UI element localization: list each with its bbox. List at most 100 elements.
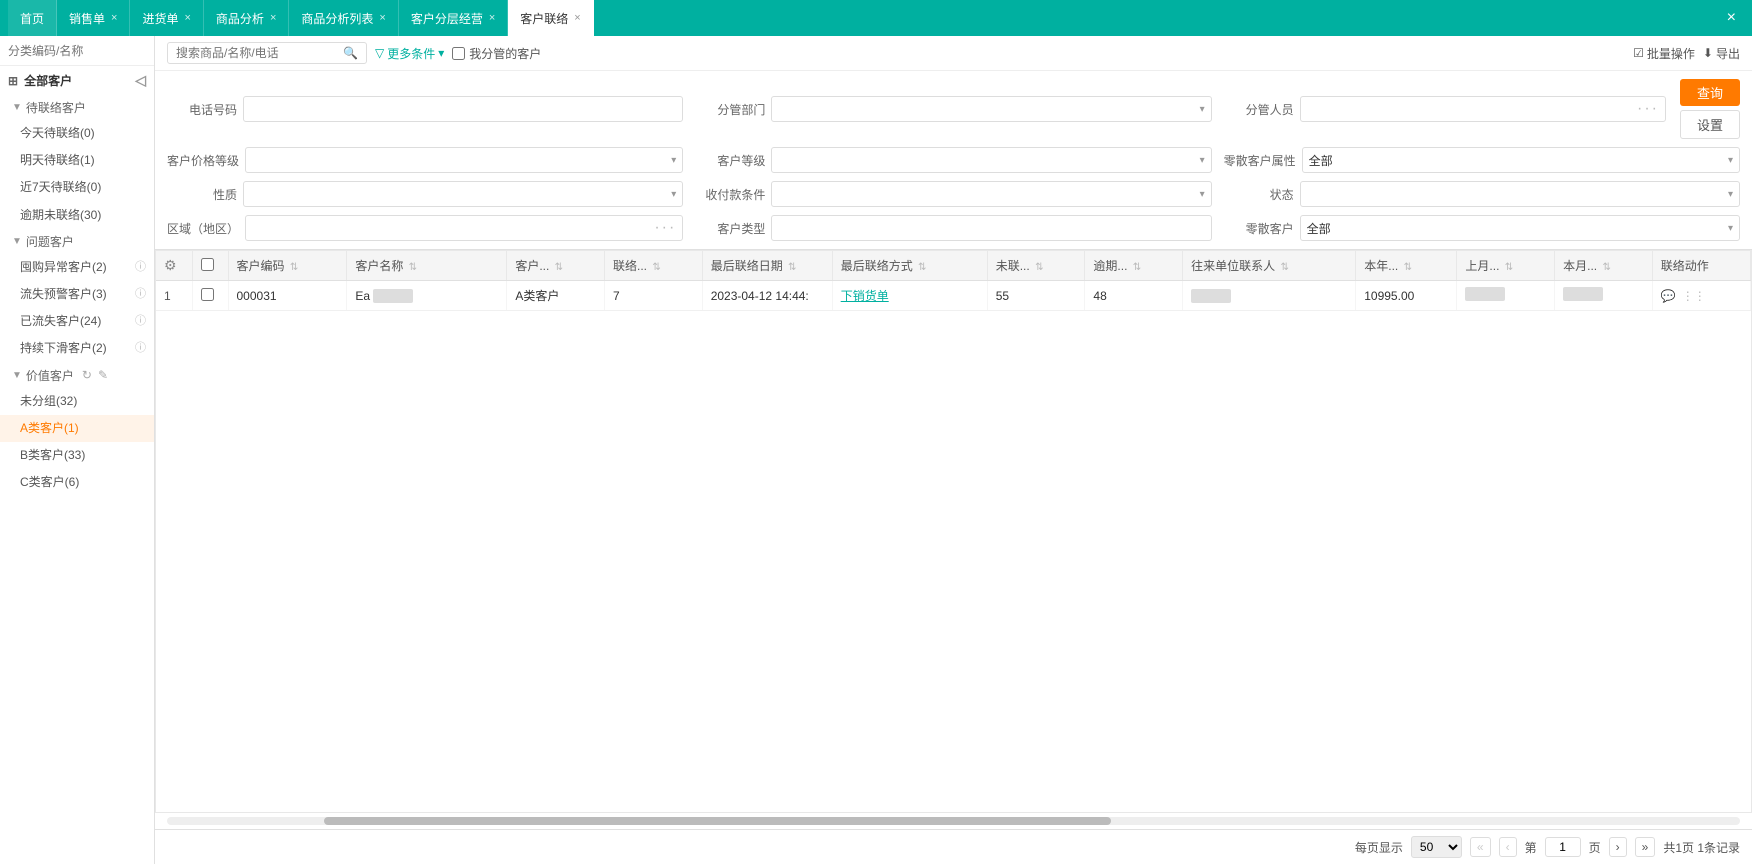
arrow-down-icon: ▼ bbox=[12, 236, 22, 247]
row-checkbox[interactable] bbox=[192, 281, 228, 311]
retail-attr-select[interactable]: 全部 ▾ bbox=[1302, 147, 1740, 173]
query-btn[interactable]: 查询 bbox=[1680, 79, 1740, 106]
sidebar-item-class-c[interactable]: C类客户(6) bbox=[0, 469, 154, 496]
col-customer-name[interactable]: 客户名称 ⇅ bbox=[347, 251, 507, 281]
edit-icon[interactable]: ✎ bbox=[98, 368, 108, 382]
col-last-month[interactable]: 上月... ⇅ bbox=[1457, 251, 1555, 281]
more-conditions-btn[interactable]: ▽ 更多条件 ▾ bbox=[375, 45, 444, 62]
my-customers-checkbox[interactable]: 我分管的客户 bbox=[452, 45, 541, 62]
col-last-contact-method[interactable]: 最后联络方式 ⇅ bbox=[832, 251, 987, 281]
nav-tab-purchase[interactable]: 进货单 × bbox=[130, 0, 203, 36]
close-tab-sales[interactable]: × bbox=[111, 12, 117, 24]
manager-input[interactable]: ··· bbox=[1300, 96, 1666, 122]
info-icon: ⓘ bbox=[135, 313, 146, 331]
chat-icon[interactable]: 💬 bbox=[1661, 289, 1676, 303]
this-month-cell bbox=[1555, 281, 1653, 311]
page-size-select[interactable]: 50 100 200 bbox=[1411, 836, 1462, 858]
customer-level-select[interactable]: ▾ bbox=[771, 147, 1211, 173]
sidebar-item-7days[interactable]: 近7天待联络(0) bbox=[0, 174, 154, 201]
dept-select[interactable]: ▾ bbox=[771, 96, 1211, 122]
row-select-checkbox[interactable] bbox=[201, 288, 214, 301]
sidebar-item-churned[interactable]: 已流失客户(24) ⓘ bbox=[0, 308, 154, 335]
close-tab-product-list[interactable]: × bbox=[379, 12, 385, 24]
col-last-contact-date[interactable]: 最后联络日期 ⇅ bbox=[702, 251, 832, 281]
filter-customer-level: 客户等级 ▾ bbox=[695, 147, 1211, 173]
sidebar-item-overdue[interactable]: 逾期未联络(30) bbox=[0, 202, 154, 229]
customer-type-input[interactable] bbox=[771, 215, 1211, 241]
select-all-checkbox[interactable] bbox=[201, 258, 214, 271]
nav-tab-product-list[interactable]: 商品分析列表 × bbox=[289, 0, 398, 36]
status-select[interactable]: ▾ bbox=[1300, 181, 1740, 207]
col-contact-person[interactable]: 往来单位联系人 ⇅ bbox=[1183, 251, 1356, 281]
filter-phone: 电话号码 bbox=[167, 96, 683, 122]
sidebar-search-input[interactable] bbox=[8, 44, 155, 58]
my-customers-check[interactable] bbox=[452, 47, 465, 60]
price-level-select[interactable]: ▾ bbox=[245, 147, 683, 173]
col-checkbox-all[interactable] bbox=[192, 251, 228, 281]
sidebar-group-value[interactable]: ▼ 价值客户 ↻ ✎ bbox=[0, 363, 154, 388]
col-gear[interactable]: ⚙ bbox=[156, 251, 192, 281]
sidebar-all-customers[interactable]: ⊞ 全部客户 ◁ bbox=[0, 66, 154, 95]
filter-search-input[interactable] bbox=[176, 46, 339, 60]
gear-btn[interactable]: ⚙ bbox=[164, 257, 177, 274]
sidebar-collapse-btn[interactable]: ◁ bbox=[135, 72, 146, 89]
sort-icon: ⇅ bbox=[1280, 262, 1288, 273]
nav-tab-product-analysis[interactable]: 商品分析 × bbox=[204, 0, 289, 36]
nav-tab-sales[interactable]: 销售单 × bbox=[57, 0, 130, 36]
phone-input[interactable] bbox=[243, 96, 683, 122]
export-icon: ⬇ bbox=[1703, 46, 1713, 60]
sidebar-group-problem[interactable]: ▼ 问题客户 bbox=[0, 229, 154, 254]
close-tab-customer-contact[interactable]: × bbox=[574, 12, 580, 24]
horizontal-scrollbar[interactable] bbox=[167, 817, 1740, 825]
col-customer-type[interactable]: 客户... ⇅ bbox=[507, 251, 605, 281]
nav-tab-customer-contact[interactable]: 客户联络 × bbox=[508, 0, 593, 36]
chevron-down-icon: ▾ bbox=[438, 46, 444, 60]
info-icon: ⓘ bbox=[135, 340, 146, 358]
region-input[interactable]: ··· bbox=[245, 215, 683, 241]
sidebar-item-tomorrow[interactable]: 明天待联络(1) bbox=[0, 147, 154, 174]
settings-btn[interactable]: 设置 bbox=[1680, 110, 1740, 139]
scrollbar-thumb[interactable] bbox=[324, 817, 1111, 825]
sidebar-item-hoarding[interactable]: 囤购异常客户(2) ⓘ bbox=[0, 254, 154, 281]
close-tab-purchase[interactable]: × bbox=[184, 12, 190, 24]
sidebar-group-pending[interactable]: ▼ 待联络客户 bbox=[0, 95, 154, 120]
page-number-input[interactable] bbox=[1545, 837, 1581, 857]
next-page-btn[interactable]: › bbox=[1609, 837, 1627, 857]
sidebar-item-churn-warning[interactable]: 流失预警客户(3) ⓘ bbox=[0, 281, 154, 308]
customer-name-cell[interactable]: Ea ? bbox=[347, 281, 507, 311]
sidebar-item-today[interactable]: 今天待联络(0) bbox=[0, 120, 154, 147]
last-page-btn[interactable]: » bbox=[1635, 837, 1656, 857]
col-this-month[interactable]: 本月... ⇅ bbox=[1555, 251, 1653, 281]
nav-home[interactable]: 首页 bbox=[8, 0, 57, 36]
sidebar-item-declining[interactable]: 持续下滑客户(2) ⓘ bbox=[0, 335, 154, 362]
close-tab-customer-ops[interactable]: × bbox=[489, 12, 495, 24]
retail-customer-select[interactable]: 全部 ▾ bbox=[1300, 215, 1740, 241]
col-customer-code[interactable]: 客户编码 ⇅ bbox=[228, 251, 347, 281]
refresh-icon[interactable]: ↻ bbox=[82, 368, 92, 382]
filter-retail-customer: 零散客户 全部 ▾ bbox=[1224, 215, 1740, 241]
filter-search-box[interactable]: 🔍 bbox=[167, 42, 367, 64]
nav-tab-customer-ops[interactable]: 客户分层经营 × bbox=[399, 0, 508, 36]
sort-icon: ⇅ bbox=[1602, 262, 1610, 273]
nature-select[interactable]: ▾ bbox=[243, 181, 683, 207]
sidebar-item-class-b[interactable]: B类客户(33) bbox=[0, 442, 154, 469]
sidebar-item-unclassified[interactable]: 未分组(32) bbox=[0, 388, 154, 415]
masked-this-month bbox=[1563, 287, 1603, 301]
close-tab-product-analysis[interactable]: × bbox=[270, 12, 276, 24]
sidebar-item-class-a[interactable]: A类客户(1) bbox=[0, 415, 154, 442]
col-overdue[interactable]: 逾期... ⇅ bbox=[1085, 251, 1183, 281]
close-all-tabs[interactable]: × bbox=[1719, 9, 1744, 27]
export-btn[interactable]: ⬇ 导出 bbox=[1703, 45, 1740, 62]
last-contact-method-cell[interactable]: 下销货单 bbox=[832, 281, 987, 311]
first-page-btn[interactable]: « bbox=[1470, 837, 1491, 857]
col-contact-count[interactable]: 联络... ⇅ bbox=[605, 251, 703, 281]
col-not-contacted[interactable]: 未联... ⇅ bbox=[987, 251, 1085, 281]
batch-ops-btn[interactable]: ☑ 批量操作 bbox=[1633, 45, 1695, 62]
more-icon[interactable]: ⋮⋮ bbox=[1682, 289, 1706, 303]
col-this-year[interactable]: 本年... ⇅ bbox=[1356, 251, 1457, 281]
filter-icon: ▽ bbox=[375, 46, 384, 60]
prev-page-btn[interactable]: ‹ bbox=[1499, 837, 1517, 857]
chevron-down-icon: ▾ bbox=[1200, 104, 1205, 115]
payment-select[interactable]: ▾ bbox=[771, 181, 1211, 207]
filter-retail-attr: 零散客户属性 全部 ▾ bbox=[1224, 147, 1740, 173]
